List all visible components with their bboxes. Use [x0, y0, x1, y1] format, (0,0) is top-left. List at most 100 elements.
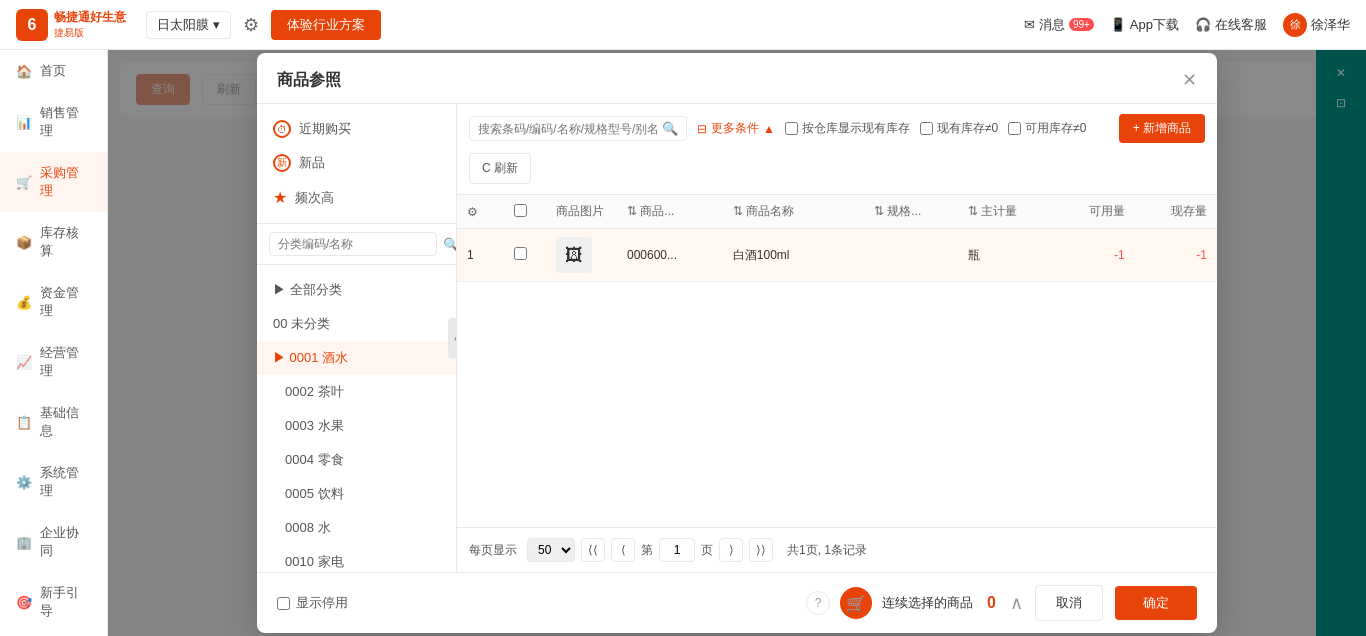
- confirm-button[interactable]: 确定: [1115, 586, 1197, 620]
- quick-recent[interactable]: ⏱ 近期购买: [257, 112, 456, 146]
- th-stock: 现存量: [1135, 195, 1217, 229]
- sales-icon: 📊: [16, 115, 32, 130]
- category-list: ▶ 全部分类 00 未分类 ▶ 0001 酒水 0002 茶叶 0003 水果 …: [257, 265, 456, 572]
- finance-icon: 💰: [16, 295, 32, 310]
- operation-icon: 📈: [16, 355, 32, 370]
- table-body: 1 🖼 000600... 白酒100ml: [457, 229, 1217, 282]
- total-info: 共1页, 1条记录: [787, 542, 867, 559]
- chevron-down-icon: ▾: [213, 17, 220, 32]
- collapse-up-icon[interactable]: ∧: [1010, 592, 1023, 614]
- cart-icon[interactable]: 🛒: [840, 587, 872, 619]
- cat-0001[interactable]: ▶ 0001 酒水: [257, 341, 456, 375]
- cell-code: 000600...: [617, 229, 723, 282]
- disabled-checkbox-input[interactable]: [277, 597, 290, 610]
- logo: 6 畅捷通好生意 捷易版: [16, 9, 126, 41]
- page-last-btn[interactable]: ⟩⟩: [749, 538, 773, 562]
- cell-unit: 瓶: [958, 229, 1040, 282]
- new-icon: 新: [273, 154, 291, 172]
- quick-frequent[interactable]: ★ 频次高: [257, 180, 456, 215]
- sidebar-item-apps[interactable]: 📱 应用中心: [0, 632, 107, 636]
- sidebar-item-sales[interactable]: 📊 销售管理: [0, 92, 107, 152]
- page-suffix-label: 页: [701, 542, 713, 559]
- cell-check: [504, 229, 546, 282]
- sort-code-icon: ⇅: [627, 204, 637, 218]
- select-all-checkbox[interactable]: [514, 204, 527, 217]
- per-page-select[interactable]: 50: [527, 538, 575, 562]
- modal-close-button[interactable]: ✕: [1182, 69, 1197, 91]
- sort-unit-icon: ⇅: [968, 204, 978, 218]
- modal-overlay: 商品参照 ✕ ⏱ 近期购买 新: [108, 50, 1366, 636]
- checkbox-available-stock[interactable]: 可用库存≠0: [1008, 120, 1086, 137]
- nav-right-area: ✉ 消息 99+ 📱 App下载 🎧 在线客服 徐 徐泽华: [1024, 13, 1350, 37]
- sidebar-item-guide[interactable]: 🎯 新手引导: [0, 572, 107, 632]
- th-spec: ⇅ 规格...: [864, 195, 958, 229]
- settings-icon[interactable]: ⚙: [467, 205, 478, 219]
- sidebar-item-finance[interactable]: 💰 资金管理: [0, 272, 107, 332]
- cat-0008[interactable]: 0008 水: [257, 511, 456, 545]
- cat-0003[interactable]: 0003 水果: [257, 409, 456, 443]
- cat-00[interactable]: 00 未分类: [257, 307, 456, 341]
- refresh-btn[interactable]: C 刷新: [469, 153, 531, 184]
- sidebar-item-home[interactable]: 🏠 首页: [0, 50, 107, 92]
- help-icon[interactable]: ?: [806, 591, 830, 615]
- sidebar-item-enterprise[interactable]: 🏢 企业协同: [0, 512, 107, 572]
- sidebar-item-inventory[interactable]: 📦 库存核算: [0, 212, 107, 272]
- system-icon: ⚙️: [16, 475, 32, 490]
- checkbox-current-stock[interactable]: 现有库存≠0: [920, 120, 998, 137]
- nav-branch-dropdown[interactable]: 日太阳膜 ▾: [146, 11, 231, 39]
- cart-label: 连续选择的商品: [882, 594, 973, 612]
- app-download-item[interactable]: 📱 App下载: [1110, 16, 1179, 34]
- table-toolbar: 🔍 ⊟ 更多条件 ▲ 按仓库显示现有库存: [457, 104, 1217, 195]
- cell-num: 1: [457, 229, 504, 282]
- page-next-btn[interactable]: ⟩: [719, 538, 743, 562]
- th-name: ⇅ 商品名称: [723, 195, 864, 229]
- search-submit-icon[interactable]: 🔍: [662, 121, 678, 136]
- add-product-btn[interactable]: + 新增商品: [1119, 114, 1205, 143]
- sidebar-item-system[interactable]: ⚙️ 系统管理: [0, 452, 107, 512]
- product-search-input[interactable]: [478, 122, 658, 136]
- show-disabled-checkbox[interactable]: 显示停用: [277, 594, 348, 612]
- cat-all[interactable]: ▶ 全部分类: [257, 273, 456, 307]
- cancel-button[interactable]: 取消: [1035, 585, 1103, 621]
- cat-0002[interactable]: 0002 茶叶: [257, 375, 456, 409]
- sidebar-item-basics[interactable]: 📋 基础信息: [0, 392, 107, 452]
- settings-gear-icon[interactable]: ⚙: [243, 14, 259, 36]
- row-checkbox[interactable]: [514, 247, 527, 260]
- quick-new[interactable]: 新 新品: [257, 146, 456, 180]
- th-num: ⚙: [457, 195, 504, 229]
- per-page-label: 每页显示: [469, 542, 517, 559]
- purchase-icon: 🛒: [16, 175, 32, 190]
- table-row[interactable]: 1 🖼 000600... 白酒100ml: [457, 229, 1217, 282]
- modal-body: ⏱ 近期购买 新 新品 ★ 频次高: [257, 104, 1217, 572]
- cat-0005[interactable]: 0005 饮料: [257, 477, 456, 511]
- sidebar-item-purchase[interactable]: 🛒 采购管理: [0, 152, 107, 212]
- left-panel-collapse-btn[interactable]: «: [448, 318, 457, 358]
- more-filter-btn[interactable]: ⊟ 更多条件 ▲: [697, 120, 775, 137]
- online-service-item[interactable]: 🎧 在线客服: [1195, 16, 1267, 34]
- experience-btn[interactable]: 体验行业方案: [271, 10, 381, 40]
- th-img: 商品图片: [546, 195, 617, 229]
- page-first-btn[interactable]: ⟨⟨: [581, 538, 605, 562]
- cell-img: 🖼: [546, 229, 617, 282]
- user-avatar-item[interactable]: 徐 徐泽华: [1283, 13, 1350, 37]
- left-sidebar: 🏠 首页 📊 销售管理 🛒 采购管理 📦 库存核算 💰 资金管理 📈 经营管理 …: [0, 50, 108, 636]
- checkbox-warehouse-stock[interactable]: 按仓库显示现有库存: [785, 120, 910, 137]
- cell-stock: -1: [1135, 229, 1217, 282]
- th-unit: ⇅ 主计量: [958, 195, 1040, 229]
- sidebar-item-operation[interactable]: 📈 经营管理: [0, 332, 107, 392]
- quick-access-section: ⏱ 近期购买 新 新品 ★ 频次高: [257, 104, 456, 224]
- page-prev-btn[interactable]: ⟨: [611, 538, 635, 562]
- cat-0010[interactable]: 0010 家电: [257, 545, 456, 572]
- cart-area: ? 🛒 连续选择的商品 0 ∧: [806, 587, 1023, 619]
- cell-spec: [864, 229, 958, 282]
- search-icon[interactable]: 🔍: [443, 237, 457, 252]
- cat-0004[interactable]: 0004 零食: [257, 443, 456, 477]
- th-avail: 可用量: [1040, 195, 1134, 229]
- phone-icon: 📱: [1110, 17, 1126, 32]
- messages-nav-item[interactable]: ✉ 消息 99+: [1024, 16, 1094, 34]
- page-number-input[interactable]: [659, 538, 695, 562]
- messages-badge: 99+: [1069, 18, 1094, 31]
- modal-header: 商品参照 ✕: [257, 53, 1217, 104]
- category-search-input[interactable]: [269, 232, 437, 256]
- clock-icon: ⏱: [273, 120, 291, 138]
